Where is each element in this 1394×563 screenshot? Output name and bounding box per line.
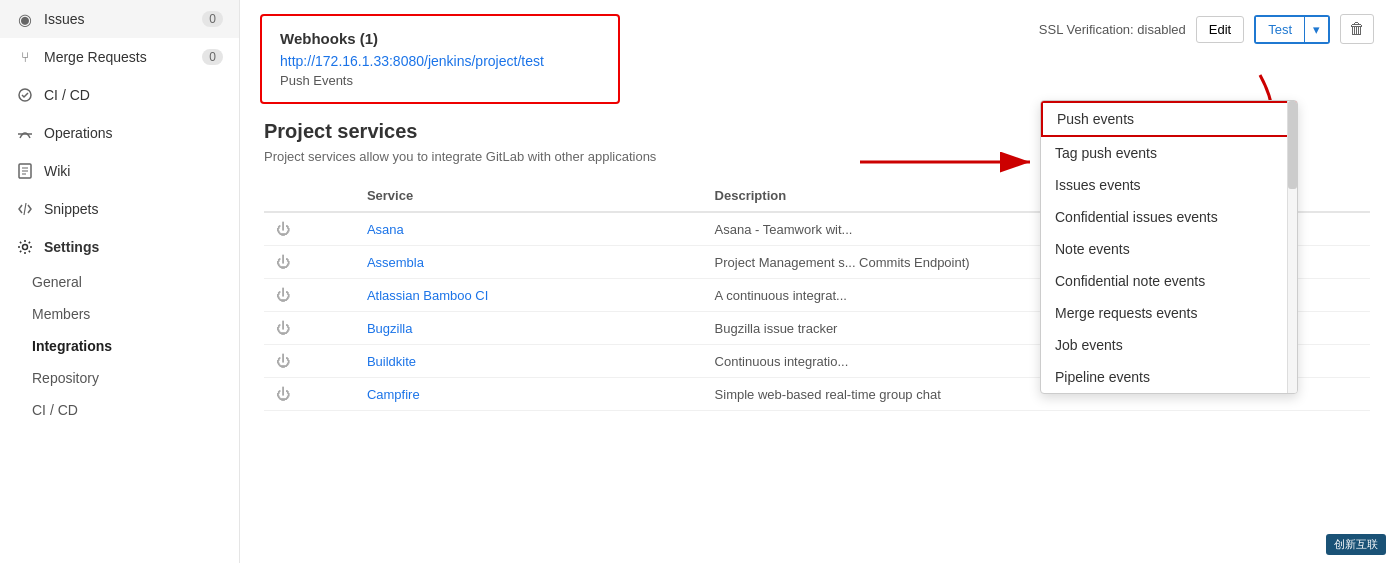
service-link[interactable]: Asana — [367, 222, 404, 237]
sidebar-sub-item-members[interactable]: Members — [0, 298, 239, 330]
service-link[interactable]: Buildkite — [367, 354, 416, 369]
table-header-toggle — [264, 180, 355, 212]
sidebar-item-operations[interactable]: Operations — [0, 114, 239, 152]
test-dropdown-button[interactable]: ▾ — [1304, 17, 1328, 42]
dropdown-item[interactable]: Confidential issues events — [1041, 201, 1297, 233]
sidebar-item-label: Merge Requests — [44, 49, 147, 65]
integrations-label: Integrations — [32, 338, 112, 354]
sidebar-item-label: Issues — [44, 11, 84, 27]
dropdown-scroll-thumb — [1288, 101, 1297, 189]
service-toggle-icon: ⏻ — [264, 378, 355, 411]
sidebar-item-settings[interactable]: Settings — [0, 228, 239, 266]
cicd-icon — [16, 86, 34, 104]
sidebar-item-label: Wiki — [44, 163, 70, 179]
test-button-group: Test ▾ — [1254, 15, 1330, 44]
merge-badge: 0 — [202, 49, 223, 65]
service-name-cell: Assembla — [355, 246, 703, 279]
sidebar-sub-item-repository[interactable]: Repository — [0, 362, 239, 394]
main-content: Webhooks (1) http://172.16.1.33:8080/jen… — [240, 0, 1394, 563]
service-toggle-icon: ⏻ — [264, 345, 355, 378]
sidebar-item-label: CI / CD — [44, 87, 90, 103]
sidebar-item-cicd[interactable]: CI / CD — [0, 76, 239, 114]
dropdown-item[interactable]: Job events — [1041, 329, 1297, 361]
test-button[interactable]: Test — [1256, 17, 1304, 42]
service-link[interactable]: Assembla — [367, 255, 424, 270]
issues-badge: 0 — [202, 11, 223, 27]
service-toggle-icon: ⏻ — [264, 279, 355, 312]
service-name-cell: Buildkite — [355, 345, 703, 378]
ssl-verification-text: SSL Verification: disabled — [1039, 22, 1186, 37]
service-link[interactable]: Bugzilla — [367, 321, 413, 336]
service-name-cell: Bugzilla — [355, 312, 703, 345]
dropdown-item[interactable]: Pipeline events — [1041, 361, 1297, 393]
settings-icon — [16, 238, 34, 256]
sidebar-item-label: Operations — [44, 125, 112, 141]
top-bar: Webhooks (1) http://172.16.1.33:8080/jen… — [240, 0, 1394, 104]
repository-label: Repository — [32, 370, 99, 386]
sidebar-item-issues[interactable]: ◉ Issues 0 — [0, 0, 239, 38]
snippets-icon — [16, 200, 34, 218]
webhook-events: Push Events — [280, 73, 600, 88]
merge-icon: ⑂ — [16, 48, 34, 66]
dropdown-items-container: Push eventsTag push eventsIssues eventsC… — [1041, 101, 1297, 393]
dropdown-item[interactable]: Confidential note events — [1041, 265, 1297, 297]
service-name-cell: Atlassian Bamboo CI — [355, 279, 703, 312]
service-toggle-icon: ⏻ — [264, 312, 355, 345]
edit-webhook-button[interactable]: Edit — [1196, 16, 1244, 43]
webhook-section: Webhooks (1) http://172.16.1.33:8080/jen… — [260, 14, 620, 104]
sidebar-item-merge-requests[interactable]: ⑂ Merge Requests 0 — [0, 38, 239, 76]
wiki-icon — [16, 162, 34, 180]
service-name-cell: Campfire — [355, 378, 703, 411]
test-dropdown-menu: Push eventsTag push eventsIssues eventsC… — [1040, 100, 1298, 394]
service-name-cell: Asana — [355, 212, 703, 246]
dropdown-item[interactable]: Tag push events — [1041, 137, 1297, 169]
dropdown-scrollbar[interactable] — [1287, 101, 1297, 393]
general-label: General — [32, 274, 82, 290]
webhook-title: Webhooks (1) — [280, 30, 600, 47]
settings-label: Settings — [44, 239, 99, 255]
dropdown-item[interactable]: Push events — [1041, 101, 1297, 137]
svg-point-2 — [23, 245, 28, 250]
table-header-service: Service — [355, 180, 703, 212]
sidebar-item-snippets[interactable]: Snippets — [0, 190, 239, 228]
webhook-url: http://172.16.1.33:8080/jenkins/project/… — [280, 53, 600, 69]
members-label: Members — [32, 306, 90, 322]
service-link[interactable]: Atlassian Bamboo CI — [367, 288, 488, 303]
operations-icon — [16, 124, 34, 142]
sidebar: ◉ Issues 0 ⑂ Merge Requests 0 CI / CD Op… — [0, 0, 240, 563]
cicd-settings-label: CI / CD — [32, 402, 78, 418]
sidebar-sub-item-cicd-settings[interactable]: CI / CD — [0, 394, 239, 426]
webhook-controls: SSL Verification: disabled Edit Test ▾ 🗑 — [660, 14, 1374, 44]
webhook-box: Webhooks (1) http://172.16.1.33:8080/jen… — [260, 14, 620, 104]
dropdown-item[interactable]: Issues events — [1041, 169, 1297, 201]
sidebar-item-label: Snippets — [44, 201, 98, 217]
service-toggle-icon: ⏻ — [264, 212, 355, 246]
sidebar-sub-item-integrations[interactable]: Integrations — [0, 330, 239, 362]
delete-webhook-button[interactable]: 🗑 — [1340, 14, 1374, 44]
issues-icon: ◉ — [16, 10, 34, 28]
dropdown-item[interactable]: Merge requests events — [1041, 297, 1297, 329]
dropdown-item[interactable]: Note events — [1041, 233, 1297, 265]
sidebar-item-wiki[interactable]: Wiki — [0, 152, 239, 190]
service-link[interactable]: Campfire — [367, 387, 420, 402]
sidebar-sub-item-general[interactable]: General — [0, 266, 239, 298]
service-toggle-icon: ⏻ — [264, 246, 355, 279]
watermark: 创新互联 — [1326, 534, 1386, 555]
